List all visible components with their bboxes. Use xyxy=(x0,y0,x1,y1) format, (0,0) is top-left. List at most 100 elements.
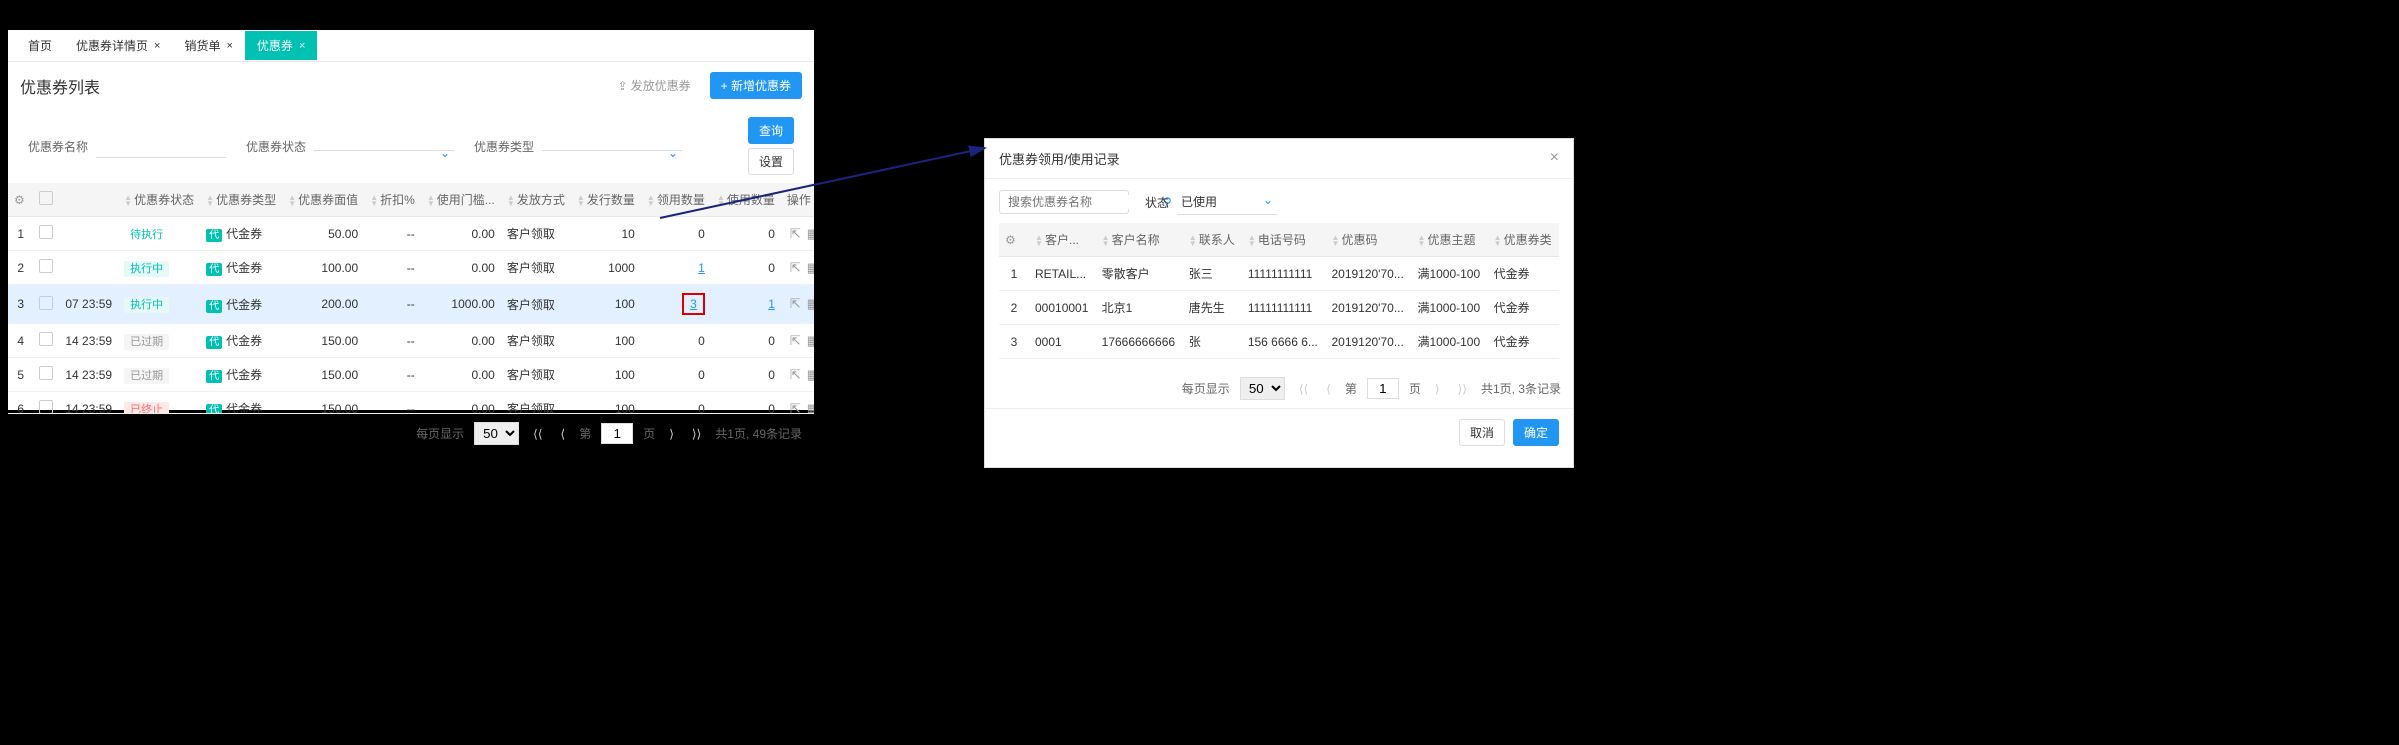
sort-icon[interactable]: ▲▼ xyxy=(124,195,132,207)
column-header[interactable]: ▲▼客户名称 xyxy=(1096,223,1183,257)
column-header[interactable]: ▲▼使用数量 xyxy=(711,183,781,217)
column-header[interactable]: 操作 xyxy=(781,183,814,217)
distribute-coupon-button[interactable]: ⇪ 发放优惠券 xyxy=(607,72,702,99)
close-icon[interactable]: × xyxy=(299,40,305,52)
used-link[interactable]: 1 xyxy=(768,297,775,311)
column-header[interactable]: ▲▼联系人 xyxy=(1183,223,1242,257)
sort-icon[interactable]: ▲▼ xyxy=(370,195,378,207)
share-icon[interactable]: ⇱ xyxy=(790,333,801,348)
last-page-button[interactable]: ⟩⟩ xyxy=(688,427,705,441)
row-checkbox[interactable] xyxy=(39,332,53,346)
prev-page-button[interactable]: ⟨ xyxy=(1322,382,1335,396)
column-header[interactable]: ▲▼优惠券类 xyxy=(1488,223,1559,257)
column-header[interactable]: ▲▼客户... xyxy=(1029,223,1096,257)
filter-status-select[interactable]: ⌄ xyxy=(314,142,454,151)
row-checkbox[interactable] xyxy=(39,296,53,310)
tab-首页[interactable]: 首页 xyxy=(16,31,64,60)
column-header[interactable]: ▲▼电话号码 xyxy=(1242,223,1326,257)
page-number-input[interactable] xyxy=(1367,378,1399,399)
gear-icon[interactable]: ⚙ xyxy=(1005,233,1016,247)
row-checkbox[interactable] xyxy=(39,400,53,413)
sort-icon[interactable]: ▲▼ xyxy=(288,195,296,207)
column-header[interactable]: ▲▼发放方式 xyxy=(501,183,571,217)
prev-page-button[interactable]: ⟨ xyxy=(557,427,570,441)
column-header[interactable]: ▲▼使用门槛... xyxy=(421,183,501,217)
column-header[interactable]: ⚙ xyxy=(8,183,33,217)
first-page-button[interactable]: ⟨⟨ xyxy=(529,427,546,441)
qr-icon[interactable]: ▦ xyxy=(807,401,814,414)
modal-table-wrap[interactable]: ⚙ ▲▼客户...▲▼客户名称▲▼联系人▲▼电话号码▲▼优惠码▲▼优惠主题▲▼优惠… xyxy=(999,223,1559,359)
gear-icon[interactable]: ⚙ xyxy=(14,193,25,207)
table-row[interactable]: 3000117666666666张156 6666 6...2019120'70… xyxy=(999,325,1559,359)
row-checkbox[interactable] xyxy=(39,259,53,273)
row-checkbox[interactable] xyxy=(39,225,53,239)
sort-icon[interactable]: ▲▼ xyxy=(717,195,725,207)
table-row[interactable]: 4 14 23:59 已过期 代代金券 150.00 -- 0.00 客户领取 … xyxy=(8,324,814,358)
sort-icon[interactable]: ▲▼ xyxy=(507,195,515,207)
table-row[interactable]: 5 14 23:59 已过期 代代金券 150.00 -- 0.00 客户领取 … xyxy=(8,358,814,392)
table-row[interactable]: 2 执行中 代代金券 100.00 -- 0.00 客户领取 1000 1 0 … xyxy=(8,251,814,285)
query-button[interactable]: 查询 xyxy=(748,117,794,144)
table-row[interactable]: 3 07 23:59 执行中 代代金券 200.00 -- 1000.00 客户… xyxy=(8,285,814,324)
qr-icon[interactable]: ▦ xyxy=(807,367,814,382)
select-all-checkbox[interactable] xyxy=(39,191,53,205)
table-row[interactable]: 200010001北京1唐先生111111111112019120'70...满… xyxy=(999,291,1559,325)
close-icon[interactable]: × xyxy=(226,40,232,52)
table-row[interactable]: 1RETAIL...零散客户张三111111111112019120'70...… xyxy=(999,257,1559,291)
tab-销货单[interactable]: 销货单× xyxy=(172,31,244,60)
sort-icon[interactable]: ▲▼ xyxy=(647,195,655,207)
column-header[interactable]: ▲▼领用数量 xyxy=(641,183,711,217)
share-icon[interactable]: ⇱ xyxy=(790,226,801,241)
qr-icon[interactable]: ▦ xyxy=(807,260,814,275)
search-input[interactable] xyxy=(1008,195,1163,209)
tab-优惠券[interactable]: 优惠券× xyxy=(245,31,317,60)
sort-icon[interactable]: ▲▼ xyxy=(427,195,435,207)
column-header[interactable]: ▲▼优惠主题 xyxy=(1411,223,1487,257)
sort-icon[interactable]: ▲▼ xyxy=(1331,235,1339,247)
share-icon[interactable]: ⇱ xyxy=(790,367,801,382)
qr-icon[interactable]: ▦ xyxy=(807,226,814,241)
column-header[interactable]: ▲▼优惠券类型 xyxy=(200,183,282,217)
filter-type-select[interactable]: ⌄ xyxy=(542,142,682,151)
column-header[interactable]: ▲▼优惠码 xyxy=(1325,223,1411,257)
column-header[interactable]: ▲▼折扣% xyxy=(364,183,421,217)
close-icon[interactable]: × xyxy=(154,40,160,52)
add-coupon-button[interactable]: + 新增优惠券 xyxy=(710,72,802,99)
per-page-select[interactable]: 50 xyxy=(1240,377,1285,400)
sort-icon[interactable]: ▲▼ xyxy=(1102,235,1110,247)
sort-icon[interactable]: ▲▼ xyxy=(1035,235,1043,247)
qr-icon[interactable]: ▦ xyxy=(807,333,814,348)
share-icon[interactable]: ⇱ xyxy=(790,260,801,275)
last-page-button[interactable]: ⟩⟩ xyxy=(1454,382,1471,396)
next-page-button[interactable]: ⟩ xyxy=(665,427,678,441)
received-link[interactable]: 1 xyxy=(698,261,705,275)
confirm-button[interactable]: 确定 xyxy=(1513,419,1559,446)
column-header[interactable]: ⚙ xyxy=(999,223,1029,257)
next-page-button[interactable]: ⟩ xyxy=(1431,382,1444,396)
column-header[interactable]: ▲▼发行数量 xyxy=(571,183,641,217)
modal-status-select[interactable]: 已使用 ⌄ xyxy=(1177,189,1277,215)
column-header[interactable] xyxy=(59,183,118,217)
table-row[interactable]: 1 待执行 代代金券 50.00 -- 0.00 客户领取 10 0 0 ⇱▦ xyxy=(8,217,814,251)
settings-button[interactable]: 设置 xyxy=(748,148,794,175)
page-number-input[interactable] xyxy=(601,423,633,444)
sort-icon[interactable]: ▲▼ xyxy=(577,195,585,207)
tab-优惠券详情页[interactable]: 优惠券详情页× xyxy=(64,31,172,60)
cancel-button[interactable]: 取消 xyxy=(1459,419,1505,446)
column-header[interactable] xyxy=(33,183,59,217)
sort-icon[interactable]: ▲▼ xyxy=(1248,235,1256,247)
sort-icon[interactable]: ▲▼ xyxy=(206,195,214,207)
column-header[interactable]: ▲▼优惠券面值 xyxy=(282,183,364,217)
row-checkbox[interactable] xyxy=(39,366,53,380)
share-icon[interactable]: ⇱ xyxy=(790,296,801,311)
share-icon[interactable]: ⇱ xyxy=(790,401,801,414)
first-page-button[interactable]: ⟨⟨ xyxy=(1295,382,1312,396)
per-page-select[interactable]: 50 xyxy=(474,422,519,445)
filter-name-input[interactable] xyxy=(96,134,226,158)
sort-icon[interactable]: ▲▼ xyxy=(1417,235,1425,247)
column-header[interactable]: ▲▼优惠券状态 xyxy=(118,183,200,217)
table-wrap[interactable]: ⚙ ▲▼优惠券状态▲▼优惠券类型▲▼优惠券面值▲▼折扣%▲▼使用门槛...▲▼发放… xyxy=(8,183,814,413)
received-link[interactable]: 3 xyxy=(690,297,697,311)
search-box[interactable]: ⚲ xyxy=(999,190,1129,214)
sort-icon[interactable]: ▲▼ xyxy=(1494,235,1502,247)
